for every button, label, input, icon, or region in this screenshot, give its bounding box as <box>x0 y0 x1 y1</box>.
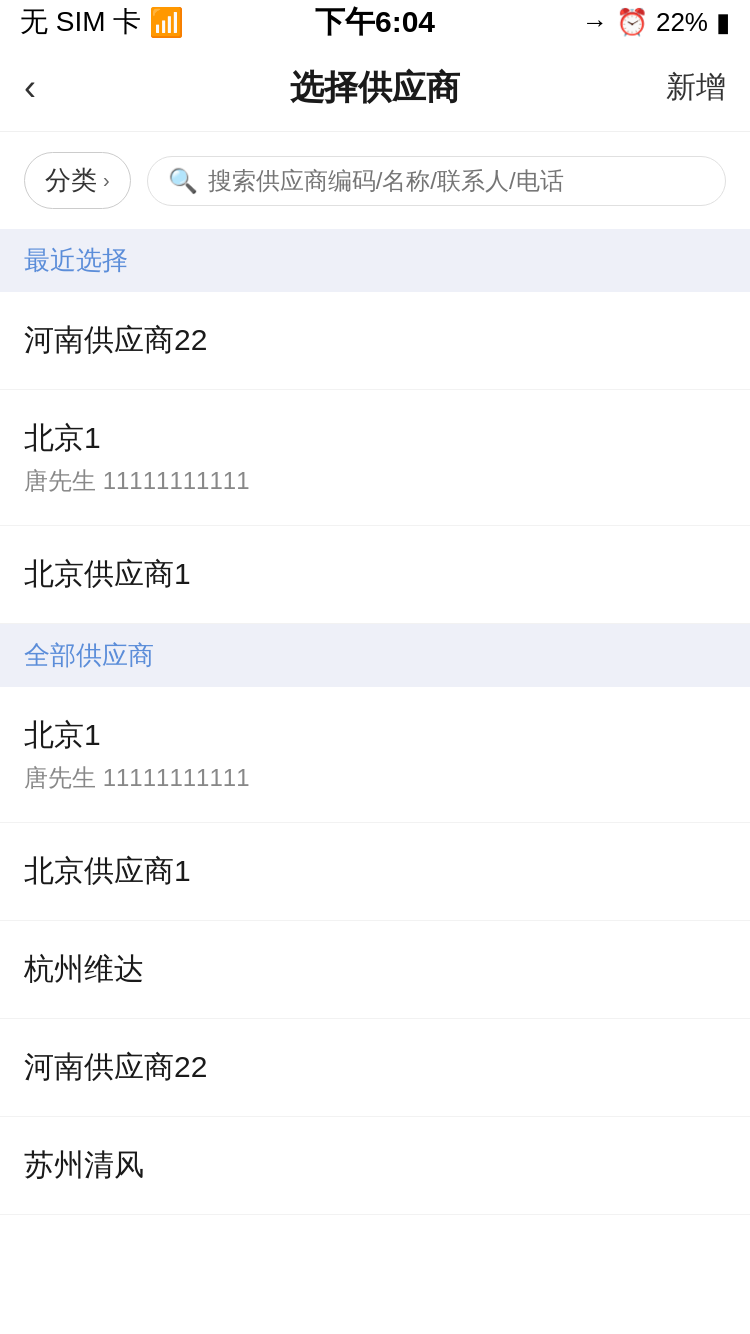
supplier-name: 河南供应商22 <box>24 1047 726 1088</box>
list-item[interactable]: 北京供应商1 <box>0 526 750 624</box>
search-bar: 🔍 <box>147 156 726 206</box>
list-item[interactable]: 苏州清风 <box>0 1117 750 1215</box>
supplier-name: 河南供应商22 <box>24 320 726 361</box>
list-item[interactable]: 河南供应商22 <box>0 292 750 390</box>
section-header-all: 全部供应商 <box>0 624 750 687</box>
list-item[interactable]: 杭州维达 <box>0 921 750 1019</box>
list-item[interactable]: 北京1 唐先生 11111111111 <box>0 687 750 823</box>
alarm-icon: ⏰ <box>616 7 648 38</box>
list-item[interactable]: 河南供应商22 <box>0 1019 750 1117</box>
status-left: 无 SIM 卡 📶 <box>20 3 184 41</box>
status-bar: 无 SIM 卡 📶 下午6:04 → ⏰ 22% ▮ <box>0 0 750 44</box>
wifi-icon: 📶 <box>149 6 184 39</box>
status-time: 下午6:04 <box>315 2 435 43</box>
supplier-name: 杭州维达 <box>24 949 726 990</box>
supplier-sub: 唐先生 11111111111 <box>24 465 726 497</box>
supplier-name: 北京1 <box>24 715 726 756</box>
search-icon: 🔍 <box>168 167 198 195</box>
section-header-recent: 最近选择 <box>0 229 750 292</box>
no-sim-text: 无 SIM 卡 <box>20 3 141 41</box>
category-label: 分类 <box>45 163 97 198</box>
list-item[interactable]: 北京1 唐先生 11111111111 <box>0 390 750 526</box>
supplier-name: 北京1 <box>24 418 726 459</box>
new-button[interactable]: 新增 <box>666 67 726 108</box>
battery-icon: ▮ <box>716 7 730 38</box>
battery-text: 22% <box>656 7 708 38</box>
supplier-name: 北京供应商1 <box>24 851 726 892</box>
back-button[interactable]: ‹ <box>24 67 84 109</box>
sections-container: 最近选择河南供应商22 北京1 唐先生 11111111111 北京供应商1 全部供应商… <box>0 229 750 1215</box>
category-button[interactable]: 分类 › <box>24 152 131 209</box>
nav-bar: ‹ 选择供应商 新增 <box>0 44 750 132</box>
status-right: → ⏰ 22% ▮ <box>582 7 730 38</box>
supplier-name: 苏州清风 <box>24 1145 726 1186</box>
page-title: 选择供应商 <box>290 65 460 111</box>
supplier-name: 北京供应商1 <box>24 554 726 595</box>
search-input[interactable] <box>208 167 705 195</box>
list-item[interactable]: 北京供应商1 <box>0 823 750 921</box>
filter-bar: 分类 › 🔍 <box>0 132 750 229</box>
section-label-all: 全部供应商 <box>24 640 154 670</box>
location-icon: → <box>582 7 608 38</box>
supplier-sub: 唐先生 11111111111 <box>24 762 726 794</box>
section-label-recent: 最近选择 <box>24 245 128 275</box>
chevron-right-icon: › <box>103 169 110 192</box>
